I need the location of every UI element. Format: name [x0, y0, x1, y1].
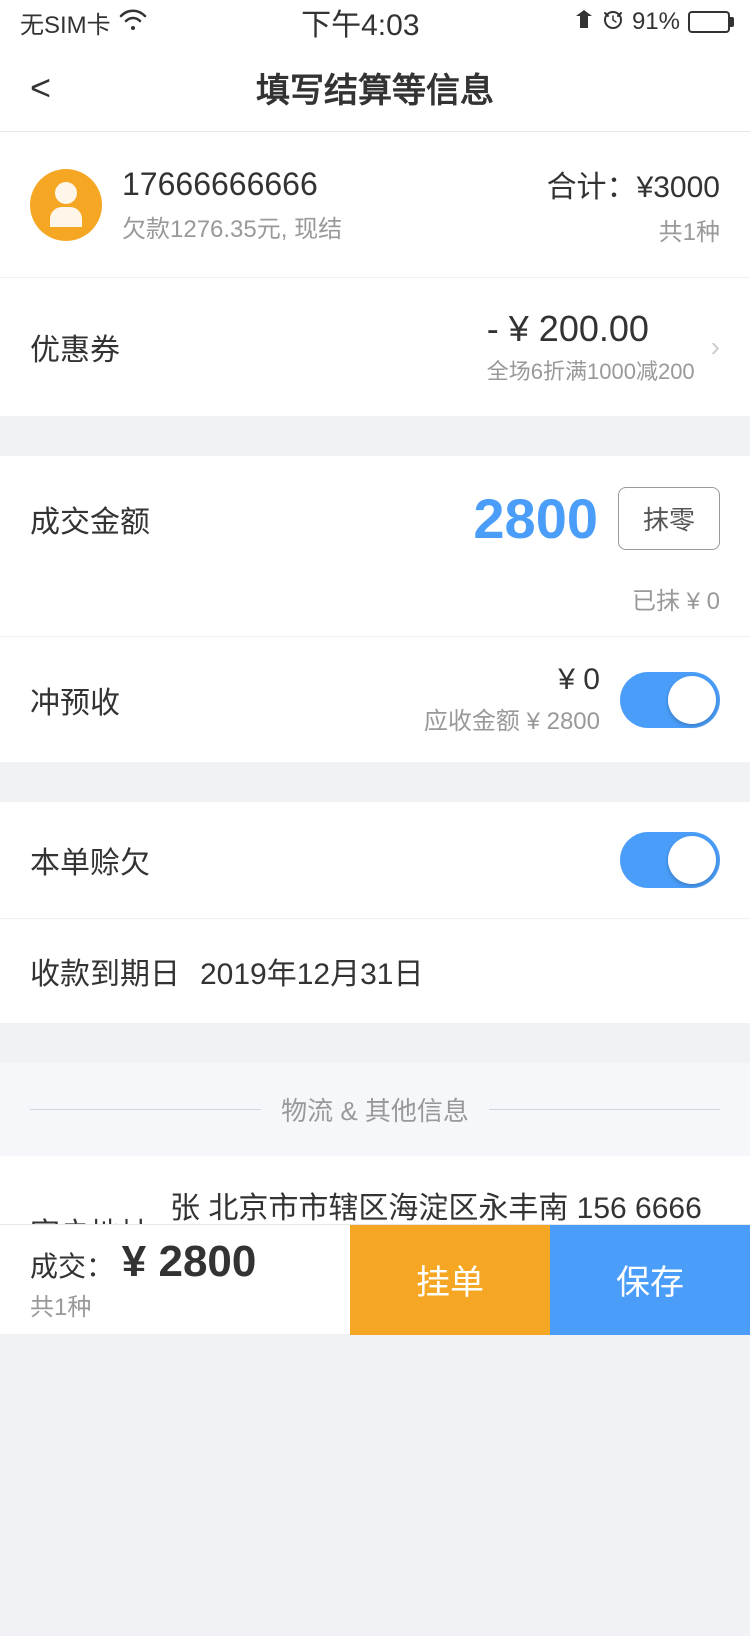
debit-toggle[interactable]	[620, 832, 720, 888]
wifi-icon	[119, 8, 147, 37]
toggle-knob	[668, 676, 716, 724]
bottom-spacer	[0, 1326, 750, 1526]
debit-toggle-knob	[668, 836, 716, 884]
hold-order-button[interactable]: 挂单	[350, 1225, 550, 1335]
logistics-header: 物流 & 其他信息	[0, 1063, 750, 1156]
user-info-row: 17666666666 欠款1276.35元, 现结 合计：¥3000 共1种	[0, 132, 750, 277]
prepaid-label: 冲预收	[30, 678, 120, 722]
user-left: 17666666666 欠款1276.35元, 现结	[30, 166, 342, 244]
deal-amount-row: 成交金额 2800 抹零	[0, 456, 750, 581]
avatar-body	[50, 207, 82, 227]
coupon-amount: - ¥ 200.00	[487, 308, 695, 350]
bottom-summary: 成交： ¥ 2800 共1种	[0, 1237, 350, 1322]
divider-1	[0, 436, 750, 456]
round-zero-button[interactable]: 抹零	[618, 487, 720, 550]
deal-amount-right: 2800 抹零	[473, 486, 720, 551]
prepaid-row: 冲预收 ¥ 0 应收金额 ¥ 2800	[0, 636, 750, 762]
logistics-line-left	[30, 1109, 261, 1110]
coupon-right: - ¥ 200.00 全场6折满1000减200 ›	[487, 308, 720, 386]
user-details: 17666666666 欠款1276.35元, 现结	[122, 166, 342, 244]
coupon-row[interactable]: 优惠券 - ¥ 200.00 全场6折满1000减200 ›	[0, 277, 750, 416]
page-title: 填写结算等信息	[256, 63, 494, 112]
coupon-desc: 全场6折满1000减200	[487, 354, 695, 386]
deal-amount-section: 成交金额 2800 抹零 已抹 ¥ 0 冲预收 ¥ 0 应收金额 ¥ 2800	[0, 456, 750, 762]
due-date-label: 收款到期日	[30, 949, 180, 993]
user-phone: 17666666666	[122, 166, 342, 203]
logistics-line-right	[489, 1109, 720, 1110]
prepaid-toggle[interactable]	[620, 672, 720, 728]
divider-3	[0, 1043, 750, 1063]
user-total: 合计：¥3000	[547, 162, 720, 206]
alarm-icon	[602, 8, 624, 37]
user-debt: 欠款1276.35元, 现结	[122, 209, 342, 244]
status-bar: 无SIM卡 下午4:03	[0, 0, 750, 44]
battery-percentage: 91%	[632, 8, 680, 36]
avatar-head	[55, 182, 77, 204]
bottom-count: 共1种	[30, 1287, 320, 1322]
bottom-bar: 成交： ¥ 2800 共1种 挂单 保存	[0, 1224, 750, 1334]
prepaid-right: ¥ 0 应收金额 ¥ 2800	[424, 663, 720, 736]
coupon-label: 优惠券	[30, 325, 120, 369]
signal-text: 无SIM卡	[20, 5, 111, 40]
user-right: 合计：¥3000 共1种	[547, 162, 720, 247]
chevron-right-icon: ›	[711, 331, 720, 363]
nav-bar: < 填写结算等信息	[0, 44, 750, 132]
due-date-row: 收款到期日 2019年12月31日	[0, 918, 750, 1023]
divider-2	[0, 782, 750, 802]
status-left: 无SIM卡	[20, 5, 147, 40]
back-button[interactable]: <	[30, 67, 51, 109]
status-time: 下午4:03	[301, 0, 419, 44]
already-rounded-text: 已抹 ¥ 0	[0, 581, 750, 636]
debit-section: 本单赊欠 收款到期日 2019年12月31日	[0, 802, 750, 1023]
avatar-icon	[50, 182, 82, 227]
bottom-deal-label: 成交：	[30, 1251, 114, 1282]
bottom-deal-amount: ¥ 2800	[122, 1237, 257, 1286]
user-info-section: 17666666666 欠款1276.35元, 现结 合计：¥3000 共1种 …	[0, 132, 750, 416]
logistics-title: 物流 & 其他信息	[281, 1091, 469, 1128]
deal-amount-label: 成交金额	[30, 497, 150, 541]
save-button[interactable]: 保存	[550, 1225, 750, 1335]
debit-row: 本单赊欠	[0, 802, 750, 918]
prepaid-amount: ¥ 0	[424, 663, 600, 697]
battery-icon	[688, 11, 730, 33]
due-date-value: 2019年12月31日	[200, 949, 423, 993]
avatar	[30, 169, 102, 241]
bottom-deal: 成交： ¥ 2800	[30, 1237, 320, 1287]
coupon-info: - ¥ 200.00 全场6折满1000减200	[487, 308, 695, 386]
prepaid-receivable: 应收金额 ¥ 2800	[424, 701, 600, 736]
status-right: 91%	[574, 8, 730, 37]
user-count: 共1种	[547, 212, 720, 247]
prepaid-values: ¥ 0 应收金额 ¥ 2800	[424, 663, 600, 736]
debit-label: 本单赊欠	[30, 838, 150, 882]
deal-amount-value: 2800	[473, 486, 598, 551]
location-icon	[574, 8, 594, 37]
